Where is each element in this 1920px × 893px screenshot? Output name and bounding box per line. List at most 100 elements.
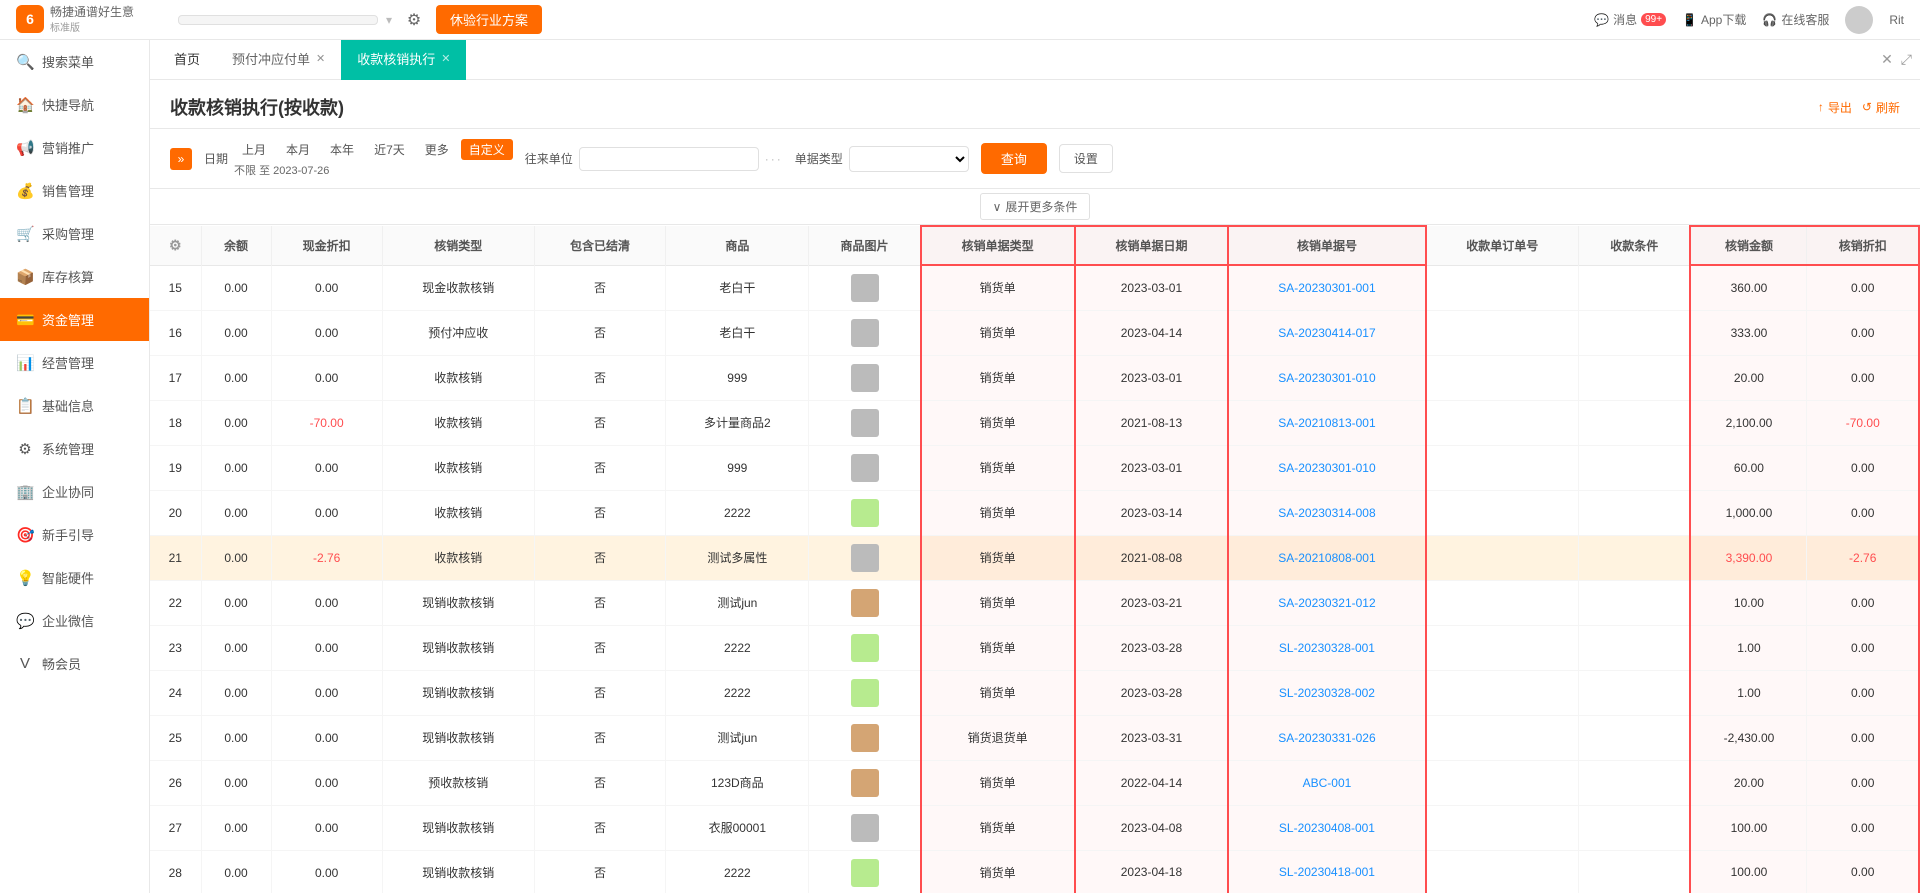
td-writeoff-type: 现销收款核销 [382, 625, 534, 670]
th-cash-discount: 现金折扣 [271, 226, 382, 265]
date-opt-custom[interactable]: 自定义 [461, 139, 513, 160]
date-opt-7days[interactable]: 近7天 [366, 139, 413, 160]
th-settings[interactable]: ⚙ [150, 226, 201, 265]
sidebar-item-quicknav[interactable]: 🏠 快捷导航 [0, 83, 149, 126]
date-opt-more[interactable]: 更多 [417, 139, 457, 160]
td-receipt-order-no [1426, 535, 1579, 580]
td-product: 多计量商品2 [666, 400, 809, 445]
td-balance: 0.00 [201, 535, 271, 580]
sidebar-item-system[interactable]: ⚙ 系统管理 [0, 427, 149, 470]
bill-no-link[interactable]: SL-20230328-002 [1279, 686, 1375, 700]
td-id: 18 [150, 400, 201, 445]
bill-no-link[interactable]: ABC-001 [1303, 776, 1352, 790]
megaphone-icon: 📢 [16, 139, 34, 157]
filter-expand-button[interactable]: » [170, 148, 192, 170]
td-product: 测试jun [666, 715, 809, 760]
tab-prepay[interactable]: 预付冲应付单 ✕ [216, 40, 341, 80]
bill-no-link[interactable]: SA-20230321-012 [1278, 596, 1375, 610]
bill-no-link[interactable]: SL-20230408-001 [1279, 821, 1375, 835]
td-cash-discount: -2.76 [271, 535, 382, 580]
export-icon: ↑ [1818, 100, 1824, 114]
bill-no-link[interactable]: SA-20230414-017 [1278, 326, 1375, 340]
date-opt-last-month[interactable]: 上月 [234, 139, 274, 160]
bill-no-link[interactable]: SL-20230328-001 [1279, 641, 1375, 655]
td-bill-no[interactable]: SA-20230331-026 [1228, 715, 1425, 760]
date-opt-this-year[interactable]: 本年 [322, 139, 362, 160]
expand-more-btn[interactable]: ∨ 展开更多条件 [980, 193, 1091, 220]
filter-partner-input[interactable] [579, 147, 759, 171]
bill-no-link[interactable]: SA-20230331-026 [1278, 731, 1375, 745]
sidebar-item-enterprise[interactable]: 🏢 企业协同 [0, 470, 149, 513]
td-bill-type: 销货单 [921, 400, 1075, 445]
industry-btn[interactable]: 休验行业方案 [436, 5, 542, 34]
td-bill-no[interactable]: SA-20210808-001 [1228, 535, 1425, 580]
tab-close-writeoff[interactable]: ✕ [441, 52, 450, 65]
td-bill-no[interactable]: SL-20230328-002 [1228, 670, 1425, 715]
td-bill-no[interactable]: SA-20210813-001 [1228, 400, 1425, 445]
td-bill-no[interactable]: ABC-001 [1228, 760, 1425, 805]
sidebar-item-hardware[interactable]: 💡 智能硬件 [0, 556, 149, 599]
query-button[interactable]: 查询 [981, 143, 1047, 174]
td-writeoff-type: 现销收款核销 [382, 580, 534, 625]
td-bill-no[interactable]: SL-20230328-001 [1228, 625, 1425, 670]
sidebar-item-sales[interactable]: 💰 销售管理 [0, 169, 149, 212]
gear-button[interactable]: ⚙ [400, 6, 428, 34]
bill-no-link[interactable]: SA-20210813-001 [1278, 416, 1375, 430]
td-bill-no[interactable]: SA-20230321-012 [1228, 580, 1425, 625]
bill-no-link[interactable]: SL-20230418-001 [1279, 865, 1375, 879]
bill-no-link[interactable]: SA-20210808-001 [1278, 551, 1375, 565]
td-included-settled: 否 [534, 805, 666, 850]
td-bill-date: 2023-03-01 [1075, 355, 1229, 400]
tab-bar: 首页 预付冲应付单 ✕ 收款核销执行 ✕ ✕ ⤢ [150, 40, 1920, 80]
tab-maximize-icon[interactable]: ⤢ [1901, 51, 1912, 68]
td-product-img [809, 805, 921, 850]
tab-bar-actions: ✕ ⤢ [1881, 51, 1912, 68]
tab-close-prepay[interactable]: ✕ [316, 52, 325, 65]
td-bill-no[interactable]: SA-20230414-017 [1228, 310, 1425, 355]
sidebar-item-inventory[interactable]: 📦 库存核算 [0, 255, 149, 298]
td-included-settled: 否 [534, 265, 666, 310]
td-bill-no[interactable]: SA-20230301-010 [1228, 445, 1425, 490]
td-bill-no[interactable]: SA-20230314-008 [1228, 490, 1425, 535]
td-id: 23 [150, 625, 201, 670]
tab-close-all-icon[interactable]: ✕ [1881, 51, 1893, 68]
col-settings-icon[interactable]: ⚙ [169, 237, 182, 253]
settings-button[interactable]: 设置 [1059, 144, 1113, 173]
user-avatar[interactable] [1845, 6, 1873, 34]
user-name[interactable]: Rit [1889, 13, 1904, 27]
tab-writeoff[interactable]: 收款核销执行 ✕ [341, 40, 466, 80]
app-download-item[interactable]: 📱 App下载 [1682, 11, 1746, 28]
sidebar-item-operations[interactable]: 📊 经营管理 [0, 341, 149, 384]
sidebar-item-search[interactable]: 🔍 搜索菜单 [0, 40, 149, 83]
bill-no-link[interactable]: SA-20230314-008 [1278, 506, 1375, 520]
logo-icon: 6 [16, 5, 44, 33]
td-bill-date: 2021-08-13 [1075, 400, 1229, 445]
export-button[interactable]: ↑ 导出 [1818, 99, 1852, 116]
bill-no-link[interactable]: SA-20230301-001 [1278, 281, 1375, 295]
td-bill-no[interactable]: SA-20230301-010 [1228, 355, 1425, 400]
sidebar-item-finance[interactable]: 💳 资金管理 [0, 298, 149, 341]
td-bill-no[interactable]: SL-20230418-001 [1228, 850, 1425, 893]
td-bill-type: 销货单 [921, 580, 1075, 625]
td-cash-discount: 0.00 [271, 805, 382, 850]
bill-no-link[interactable]: SA-20230301-010 [1278, 371, 1375, 385]
date-opt-this-month[interactable]: 本月 [278, 139, 318, 160]
td-product: 2222 [666, 670, 809, 715]
bill-no-link[interactable]: SA-20230301-010 [1278, 461, 1375, 475]
sidebar-item-purchase[interactable]: 🛒 采购管理 [0, 212, 149, 255]
sidebar-item-basic-info[interactable]: 📋 基础信息 [0, 384, 149, 427]
refresh-button[interactable]: ↺ 刷新 [1862, 99, 1900, 116]
filter-bill-type-select[interactable] [849, 146, 969, 172]
sidebar-item-member[interactable]: V 畅会员 [0, 642, 149, 685]
online-service-item[interactable]: 🎧 在线客服 [1762, 11, 1829, 28]
td-receipt-condition [1578, 400, 1690, 445]
sidebar-item-marketing[interactable]: 📢 营销推广 [0, 126, 149, 169]
td-bill-no[interactable]: SL-20230408-001 [1228, 805, 1425, 850]
tab-home[interactable]: 首页 [158, 40, 216, 80]
td-receipt-order-no [1426, 580, 1579, 625]
message-item[interactable]: 💬 消息 99+ [1594, 11, 1666, 28]
td-bill-no[interactable]: SA-20230301-001 [1228, 265, 1425, 310]
sidebar-item-wechat[interactable]: 💬 企业微信 [0, 599, 149, 642]
td-receipt-condition [1578, 490, 1690, 535]
sidebar-item-beginner[interactable]: 🎯 新手引导 [0, 513, 149, 556]
